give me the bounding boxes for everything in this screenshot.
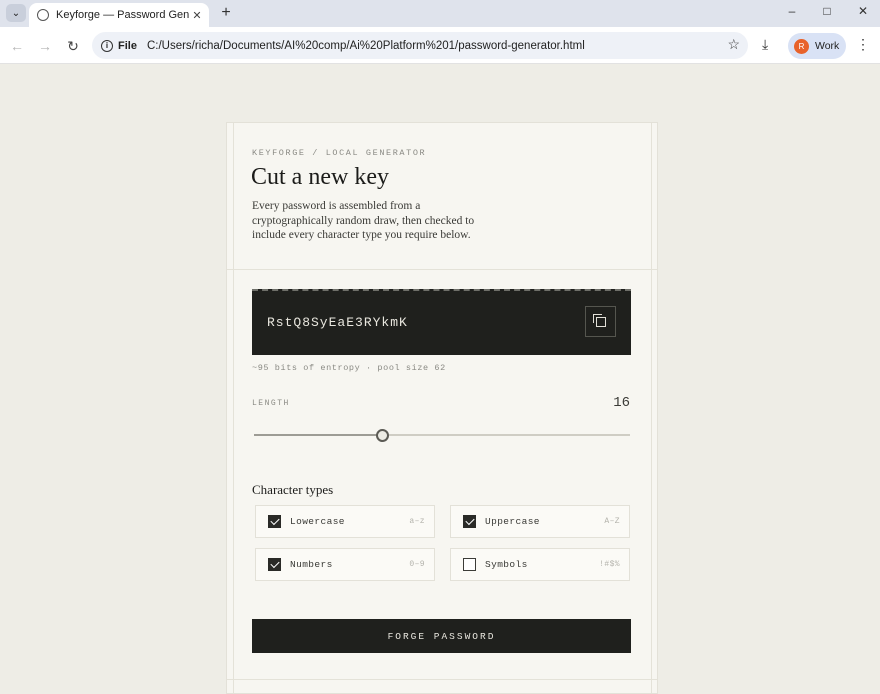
option-numbers[interactable]: Numbers 0–9	[255, 548, 435, 581]
option-range: a–z	[409, 517, 425, 526]
slider-fill	[254, 434, 382, 436]
active-tab[interactable]: Keyforge — Password Generati ✕	[29, 3, 209, 27]
symbols-checkbox[interactable]	[463, 558, 476, 571]
uppercase-checkbox[interactable]	[463, 515, 476, 528]
bookmark-star-icon[interactable]: ☆	[727, 36, 740, 53]
length-label: LENGTH	[252, 399, 290, 408]
lowercase-checkbox[interactable]	[268, 515, 281, 528]
globe-icon	[37, 9, 49, 21]
option-lowercase[interactable]: Lowercase a–z	[255, 505, 435, 538]
profile-button[interactable]: R Work	[788, 33, 846, 59]
tab-search-button[interactable]: ⌄	[6, 4, 26, 22]
option-label: Symbols	[485, 559, 528, 570]
back-button[interactable]: ←	[7, 36, 27, 56]
intro-text: Every password is assembled from a crypt…	[252, 200, 475, 241]
password-text[interactable]: RstQ8SyEaE3RYkmK	[267, 315, 408, 330]
divider	[651, 123, 652, 693]
divider	[233, 123, 234, 693]
avatar: R	[794, 38, 809, 54]
reload-button[interactable]: ↻	[63, 36, 83, 56]
eyebrow: KEYFORGE / LOCAL GENERATOR	[252, 148, 427, 158]
close-tab-icon[interactable]: ✕	[189, 9, 205, 22]
divider	[227, 679, 657, 680]
browser-toolbar: ← → ↻ i File C:/Users/richa/Documents/AI…	[0, 27, 880, 64]
copy-icon	[592, 313, 606, 327]
option-uppercase[interactable]: Uppercase A–Z	[450, 505, 630, 538]
length-value: 16	[613, 395, 630, 411]
page-title: Cut a new key	[251, 164, 389, 190]
maximize-icon[interactable]: □	[809, 4, 845, 18]
option-label: Numbers	[290, 559, 333, 570]
tab-title: Keyforge — Password Generati	[56, 9, 189, 21]
option-label: Lowercase	[290, 516, 345, 527]
address-bar[interactable]: i File C:/Users/richa/Documents/AI%20com…	[92, 32, 748, 59]
divider	[227, 269, 657, 270]
info-icon: i	[101, 39, 113, 52]
forward-button[interactable]: →	[35, 36, 55, 56]
site-info[interactable]: i File	[92, 39, 147, 52]
url-text[interactable]: C:/Users/richa/Documents/AI%20comp/Ai%20…	[147, 40, 585, 52]
entropy-info: ~95 bits of entropy · pool size 62	[252, 363, 446, 373]
option-label: Uppercase	[485, 516, 540, 527]
new-tab-button[interactable]: +	[216, 3, 236, 23]
numbers-checkbox[interactable]	[268, 558, 281, 571]
copy-button[interactable]	[585, 306, 616, 337]
forge-password-button[interactable]: FORGE PASSWORD	[252, 619, 631, 653]
length-slider[interactable]	[254, 429, 630, 442]
slider-thumb[interactable]	[375, 429, 389, 442]
generator-card: KEYFORGE / LOCAL GENERATOR Cut a new key…	[226, 122, 658, 694]
password-output: RstQ8SyEaE3RYkmK	[252, 289, 631, 355]
option-range: 0–9	[409, 560, 425, 569]
minimize-icon[interactable]: –	[774, 4, 810, 18]
profile-label: Work	[815, 40, 840, 52]
chevron-down-icon: ⌄	[11, 7, 21, 19]
download-icon[interactable]: ⤓	[762, 36, 768, 53]
close-window-icon[interactable]: ✕	[845, 4, 880, 18]
menu-kebab-icon[interactable]: ⋮	[856, 36, 870, 53]
option-range: !#$%	[599, 560, 620, 569]
option-symbols[interactable]: Symbols !#$%	[450, 548, 630, 581]
file-label: File	[118, 39, 137, 52]
character-types-title: Character types	[252, 482, 334, 497]
option-range: A–Z	[604, 517, 620, 526]
tab-bar: ⌄ Keyforge — Password Generati ✕ + – □ ✕	[0, 0, 880, 27]
